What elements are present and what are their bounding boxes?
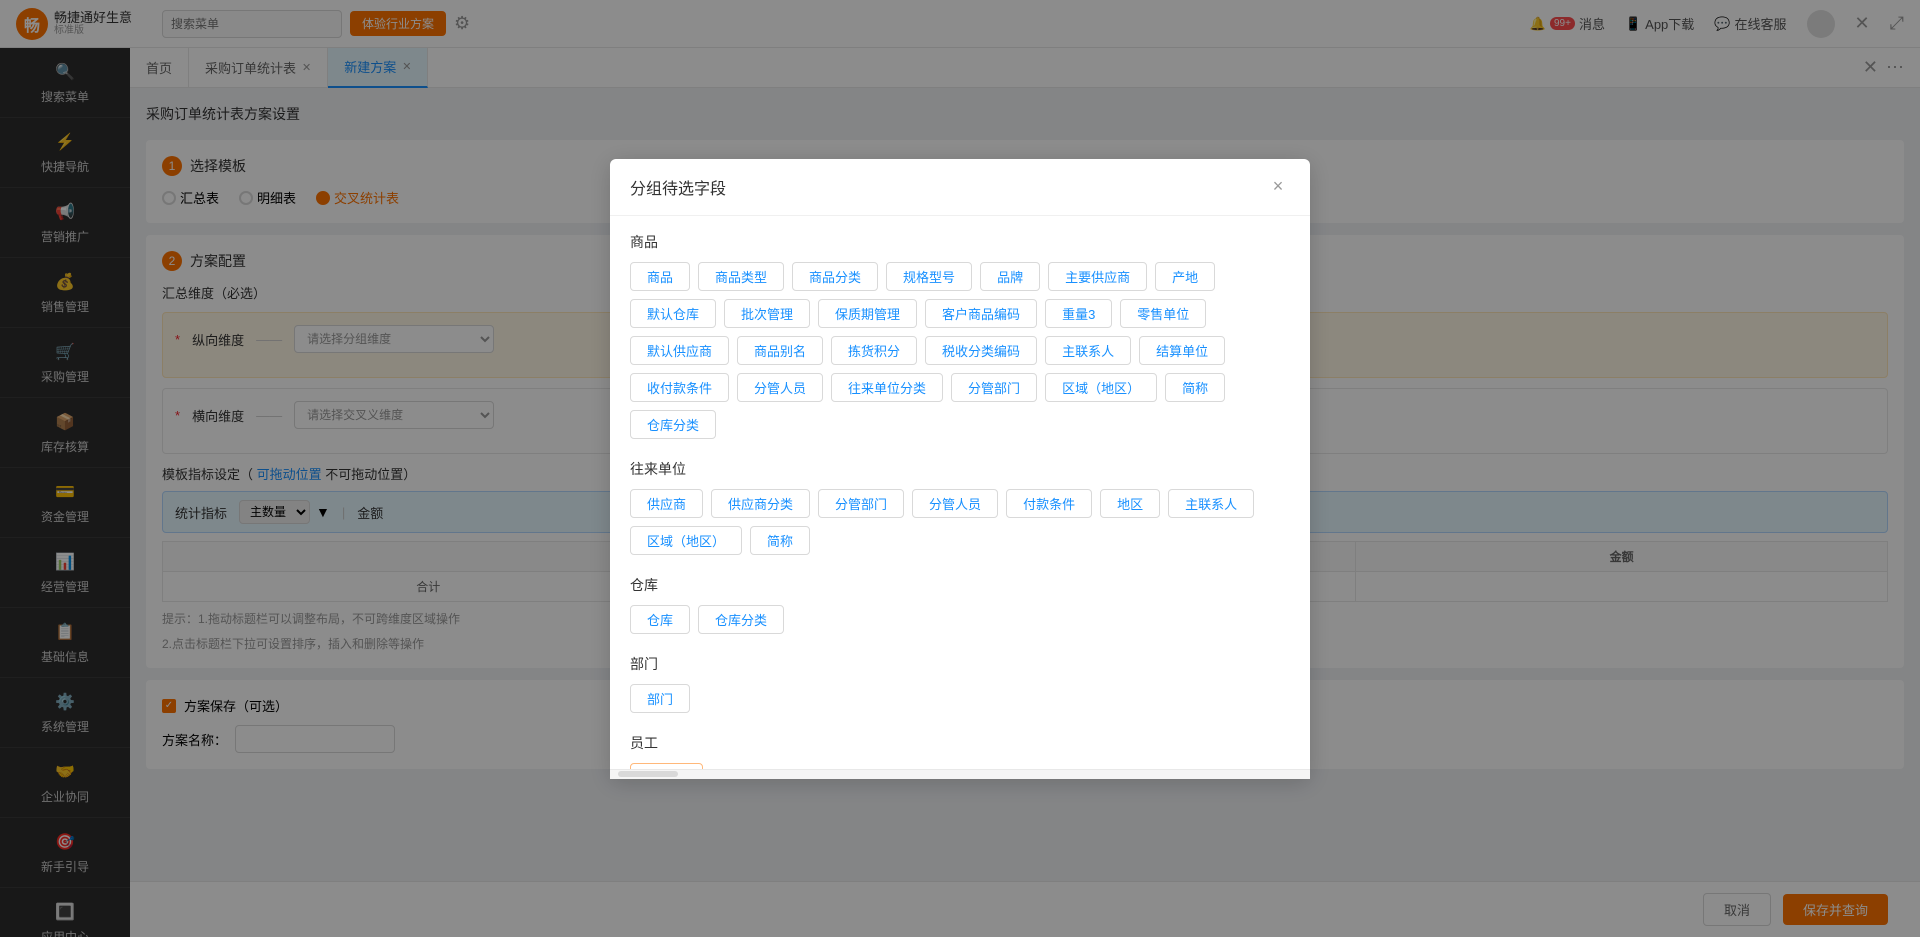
- field-tag[interactable]: 规格型号: [886, 262, 972, 291]
- field-tag[interactable]: 区域（地区）: [630, 526, 742, 555]
- field-tag[interactable]: 仓库: [630, 605, 690, 634]
- field-tag[interactable]: 供应商: [630, 489, 703, 518]
- field-tag[interactable]: 地区: [1100, 489, 1160, 518]
- field-tag[interactable]: 默认仓库: [630, 299, 716, 328]
- field-tag[interactable]: 分管人员: [737, 373, 823, 402]
- field-tag[interactable]: 部门: [630, 684, 690, 713]
- field-tag[interactable]: 拣货积分: [831, 336, 917, 365]
- field-tag[interactable]: 分管部门: [951, 373, 1037, 402]
- section-employee: 员工 业务员: [630, 733, 1290, 770]
- field-tag[interactable]: 主要供应商: [1048, 262, 1147, 291]
- section-warehouse: 仓库 仓库 仓库分类: [630, 575, 1290, 634]
- modal-close-button[interactable]: ×: [1266, 175, 1290, 199]
- goods-tags: 商品 商品类型 商品分类 规格型号 品牌 主要供应商 产地 默认仓库 批次管理 …: [630, 262, 1290, 439]
- field-tag[interactable]: 付款条件: [1006, 489, 1092, 518]
- field-tag[interactable]: 简称: [750, 526, 810, 555]
- field-tag[interactable]: 分管人员: [912, 489, 998, 518]
- field-tag[interactable]: 结算单位: [1139, 336, 1225, 365]
- field-tag[interactable]: 保质期管理: [818, 299, 917, 328]
- modal-title: 分组待选字段: [630, 175, 726, 199]
- modal-scrollbar[interactable]: [610, 769, 1310, 778]
- field-tag[interactable]: 税收分类编码: [925, 336, 1037, 365]
- section-partners: 往来单位 供应商 供应商分类 分管部门 分管人员 付款条件 地区 主联系人 区域…: [630, 459, 1290, 555]
- field-tag[interactable]: 主联系人: [1045, 336, 1131, 365]
- section-goods: 商品 商品 商品类型 商品分类 规格型号 品牌 主要供应商 产地 默认仓库 批次…: [630, 232, 1290, 439]
- field-tag[interactable]: 默认供应商: [630, 336, 729, 365]
- field-tag-employee[interactable]: 业务员: [630, 763, 703, 770]
- field-tag[interactable]: 商品: [630, 262, 690, 291]
- field-tag[interactable]: 仓库分类: [698, 605, 784, 634]
- employee-tags: 业务员: [630, 763, 1290, 770]
- field-tag[interactable]: 重量3: [1045, 299, 1112, 328]
- modal-overlay[interactable]: 分组待选字段 × 商品 商品 商品类型 商品分类 规格型号 品牌 主要供应商 产…: [0, 0, 1920, 937]
- field-tag[interactable]: 商品分类: [792, 262, 878, 291]
- field-tag[interactable]: 品牌: [980, 262, 1040, 291]
- field-tag[interactable]: 批次管理: [724, 299, 810, 328]
- field-tag[interactable]: 零售单位: [1120, 299, 1206, 328]
- field-tag[interactable]: 分管部门: [818, 489, 904, 518]
- field-tag[interactable]: 简称: [1165, 373, 1225, 402]
- partners-tags: 供应商 供应商分类 分管部门 分管人员 付款条件 地区 主联系人 区域（地区） …: [630, 489, 1290, 555]
- field-tag[interactable]: 产地: [1155, 262, 1215, 291]
- field-tag[interactable]: 主联系人: [1168, 489, 1254, 518]
- field-tag[interactable]: 供应商分类: [711, 489, 810, 518]
- field-tag[interactable]: 仓库分类: [630, 410, 716, 439]
- department-tags: 部门: [630, 684, 1290, 713]
- modal-header: 分组待选字段 ×: [610, 159, 1310, 216]
- field-tag[interactable]: 客户商品编码: [925, 299, 1037, 328]
- section-department: 部门 部门: [630, 654, 1290, 713]
- field-tag[interactable]: 商品别名: [737, 336, 823, 365]
- field-tag[interactable]: 往来单位分类: [831, 373, 943, 402]
- warehouse-tags: 仓库 仓库分类: [630, 605, 1290, 634]
- modal-body: 商品 商品 商品类型 商品分类 规格型号 品牌 主要供应商 产地 默认仓库 批次…: [610, 216, 1310, 770]
- field-tag[interactable]: 区域（地区）: [1045, 373, 1157, 402]
- scrollbar-thumb: [618, 771, 678, 777]
- modal-dialog: 分组待选字段 × 商品 商品 商品类型 商品分类 规格型号 品牌 主要供应商 产…: [610, 159, 1310, 779]
- field-tag[interactable]: 收付款条件: [630, 373, 729, 402]
- field-tag[interactable]: 商品类型: [698, 262, 784, 291]
